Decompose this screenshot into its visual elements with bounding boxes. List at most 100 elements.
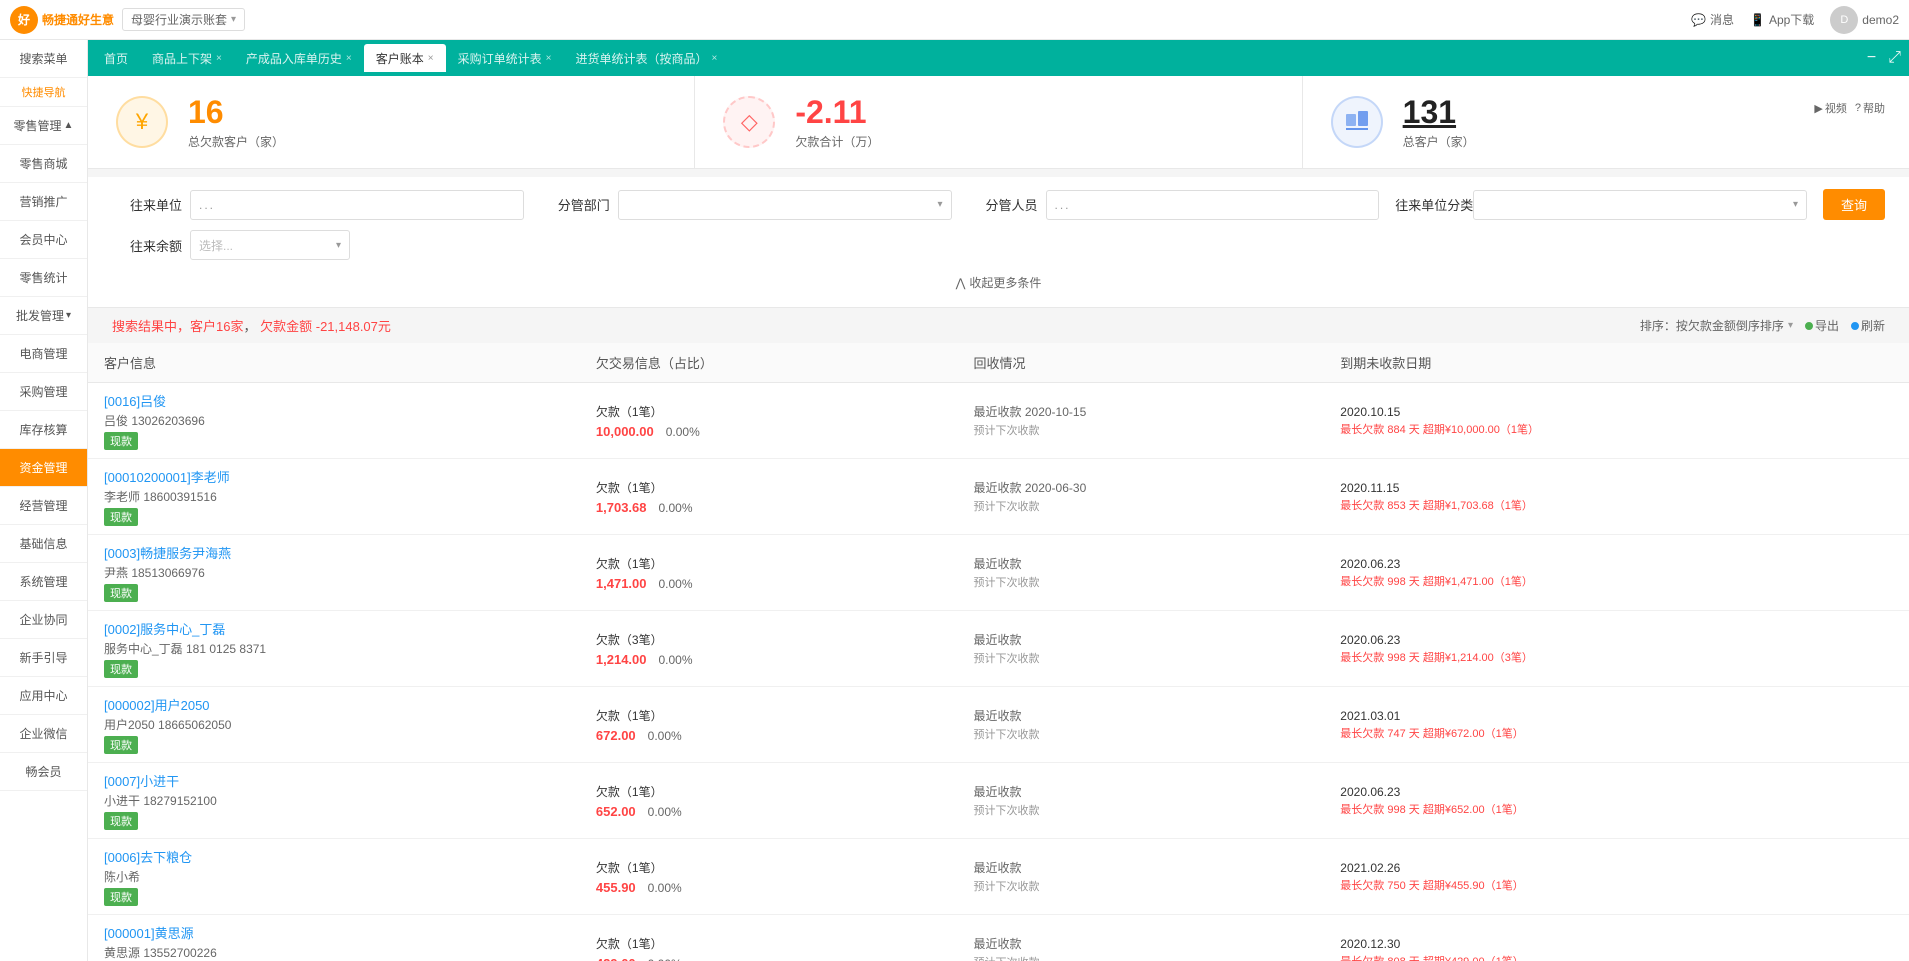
- sidebar-item-marketing[interactable]: 营销推广: [0, 183, 87, 221]
- tab-product-history[interactable]: 产成品入库单历史 ×: [234, 44, 364, 72]
- retail-stats-label: 零售统计: [19, 271, 67, 285]
- app-download-button[interactable]: 📱 App下载: [1750, 11, 1814, 28]
- overdue-days-5[interactable]: 最长欠款 998 天 超期¥652.00（1笔）: [1340, 801, 1893, 817]
- tab-product-history-close-icon[interactable]: ×: [346, 53, 352, 64]
- export-button[interactable]: 导出: [1805, 317, 1839, 334]
- sidebar-item-search-menu[interactable]: 搜索菜单: [0, 40, 87, 78]
- filter-balance-select[interactable]: 选择... ▾: [190, 230, 350, 260]
- customer-name-link-7[interactable]: [000001]黄思源: [104, 926, 194, 941]
- stat-info-debt-customers: 16 总欠款客户（家）: [188, 94, 284, 150]
- overdue-days-6[interactable]: 最长欠款 750 天 超期¥455.90（1笔）: [1340, 877, 1893, 893]
- filter-person-input[interactable]: ...: [1046, 190, 1380, 220]
- sidebar-item-retail-mall[interactable]: 零售商城: [0, 145, 87, 183]
- overdue-days-1[interactable]: 最长欠款 853 天 超期¥1,703.68（1笔）: [1340, 497, 1893, 513]
- debt-count-6: 欠款（1笔）: [596, 859, 942, 876]
- store-selector[interactable]: 母婴行业演示账套 ▾: [122, 8, 245, 31]
- cell-return-0: 最近收款 2020-10-15 预计下次收款: [958, 383, 1325, 459]
- sidebar-item-member-center[interactable]: 会员中心: [0, 221, 87, 259]
- search-button[interactable]: 查询: [1823, 189, 1885, 220]
- sidebar-item-corp-wechat[interactable]: 企业微信: [0, 715, 87, 753]
- overdue-days-2[interactable]: 最长欠款 998 天 超期¥1,471.00（1笔）: [1340, 573, 1893, 589]
- sidebar: 搜索菜单 快捷导航 零售管理 ▲ 零售商城 营销推广 会员中心 零售统计 批发管…: [0, 40, 88, 961]
- debt-row-4: 672.00 0.00%: [596, 724, 942, 743]
- purchase-mgmt-label: 采购管理: [19, 385, 67, 399]
- tab-home[interactable]: 首页: [92, 44, 140, 72]
- tab-expand-button[interactable]: ⤢: [1884, 47, 1905, 69]
- tab-product-shelf[interactable]: 商品上下架 ×: [140, 44, 234, 72]
- sidebar-item-biz-mgmt[interactable]: 经营管理: [0, 487, 87, 525]
- overdue-days-4[interactable]: 最长欠款 747 天 超期¥672.00（1笔）: [1340, 725, 1893, 741]
- filter-dept-select[interactable]: ▾: [618, 190, 952, 220]
- customer-name-link-0[interactable]: [0016]吕俊: [104, 394, 166, 409]
- customer-name-link-4[interactable]: [000002]用户2050: [104, 698, 210, 713]
- sidebar-item-batch-mgmt[interactable]: 批发管理 ▾: [0, 297, 87, 335]
- sidebar-item-ecom-mgmt[interactable]: 电商管理: [0, 335, 87, 373]
- tab-stock-stats[interactable]: 进货单统计表（按商品） ×: [563, 44, 729, 72]
- tab-purchase-stats-close-icon[interactable]: ×: [546, 53, 552, 64]
- sidebar-item-retail-stats[interactable]: 零售统计: [0, 259, 87, 297]
- customer-contact-5: 小进干 18279152100: [104, 792, 564, 809]
- debt-count-1: 欠款（1笔）: [596, 479, 942, 496]
- filter-balance-label: 往来余额: [112, 236, 182, 255]
- export-icon: [1805, 322, 1813, 330]
- cell-return-4: 最近收款 预计下次收款: [958, 687, 1325, 763]
- user-avatar[interactable]: D demo2: [1830, 6, 1899, 34]
- sidebar-item-quick-nav[interactable]: 快捷导航: [0, 78, 87, 107]
- help-button[interactable]: ? 帮助: [1855, 100, 1885, 116]
- debt-count-4: 欠款（1笔）: [596, 707, 942, 724]
- sidebar-item-sys-mgmt[interactable]: 系统管理: [0, 563, 87, 601]
- tab-product-shelf-close-icon[interactable]: ×: [216, 53, 222, 64]
- collapse-button[interactable]: ⋀ 收起更多条件: [112, 270, 1885, 295]
- filter-dept: 分管部门 ▾: [540, 190, 952, 220]
- return-date-6: 最近收款: [974, 859, 1309, 876]
- filter-balance-placeholder: 选择...: [199, 237, 233, 254]
- refresh-label: 刷新: [1861, 317, 1885, 334]
- debt-customers-icon: ¥: [116, 96, 168, 148]
- sidebar-item-retail-mgmt[interactable]: 零售管理 ▲: [0, 107, 87, 145]
- cell-return-5: 最近收款 预计下次收款: [958, 763, 1325, 839]
- return-label-0: 预计下次收款: [974, 422, 1309, 438]
- customer-name-link-3[interactable]: [0002]服务中心_丁磊: [104, 622, 225, 637]
- tab-stock-stats-close-icon[interactable]: ×: [711, 53, 717, 64]
- filter-unit-category-select[interactable]: ▾: [1473, 190, 1807, 220]
- overdue-days-3[interactable]: 最长欠款 998 天 超期¥1,214.00（3笔）: [1340, 649, 1893, 665]
- refresh-button[interactable]: 刷新: [1851, 317, 1885, 334]
- overdue-days-7[interactable]: 最长欠款 808 天 超期¥429.00（1笔）: [1340, 953, 1893, 961]
- table-row: [000002]用户2050 用户2050 18665062050 现款 欠款（…: [88, 687, 1909, 763]
- sidebar-item-basic-info[interactable]: 基础信息: [0, 525, 87, 563]
- tab-bar: 首页 商品上下架 × 产成品入库单历史 × 客户账本 × 采购订单统计表 × 进…: [88, 40, 1909, 76]
- filter-person-label: 分管人员: [968, 195, 1038, 214]
- retail-mall-label: 零售商城: [19, 157, 67, 171]
- debt-percent-7: 0.00%: [648, 957, 682, 961]
- filter-unit-category: 往来单位分类 ▾: [1395, 190, 1807, 220]
- cell-customer-3: [0002]服务中心_丁磊 服务中心_丁磊 181 0125 8371 现款: [88, 611, 580, 687]
- sidebar-item-finance-mgmt[interactable]: 资金管理: [0, 449, 87, 487]
- sidebar-item-inventory[interactable]: 库存核算: [0, 411, 87, 449]
- debt-percent-3: 0.00%: [659, 653, 693, 667]
- tab-customer-account-close-icon[interactable]: ×: [428, 53, 434, 64]
- sidebar-item-new-guide[interactable]: 新手引导: [0, 639, 87, 677]
- content-area: ¥ 16 总欠款客户（家） ◇ -2.11 欠款合计（万）: [88, 76, 1909, 961]
- customer-name-link-2[interactable]: [0003]畅捷服务尹海燕: [104, 546, 231, 561]
- overdue-days-0[interactable]: 最长欠款 884 天 超期¥10,000.00（1笔）: [1340, 421, 1893, 437]
- customer-name-link-5[interactable]: [0007]小进干: [104, 774, 179, 789]
- sort-select[interactable]: 排序：按欠款金额倒序排序 ▾: [1640, 317, 1793, 334]
- sidebar-item-app-center[interactable]: 应用中心: [0, 677, 87, 715]
- th-debt-info: 欠交易信息（占比）: [580, 343, 958, 383]
- tab-customer-account[interactable]: 客户账本 ×: [364, 44, 446, 72]
- sidebar-item-corp-collab[interactable]: 企业协同: [0, 601, 87, 639]
- customer-name-link-6[interactable]: [0006]去下粮仓: [104, 850, 192, 865]
- customer-name-link-1[interactable]: [00010200001]李老师: [104, 470, 230, 485]
- corp-wechat-label: 企业微信: [19, 727, 67, 741]
- customer-contact-6: 陈小希: [104, 868, 564, 885]
- tab-collapse-button[interactable]: −: [1863, 47, 1880, 69]
- table-wrapper: 客户信息 欠交易信息（占比） 回收情况 到期未收款日期 [0016]吕俊 吕俊 …: [88, 343, 1909, 961]
- filter-source-unit-input[interactable]: ...: [190, 190, 524, 220]
- return-date-3: 最近收款: [974, 631, 1309, 648]
- sidebar-item-member-vip[interactable]: 畅会员: [0, 753, 87, 791]
- message-button[interactable]: 💬 消息: [1691, 11, 1734, 28]
- cell-overdue-4: 2021.03.01 最长欠款 747 天 超期¥672.00（1笔）: [1324, 687, 1909, 763]
- sidebar-item-purchase-mgmt[interactable]: 采购管理: [0, 373, 87, 411]
- video-button[interactable]: ▶ 视频: [1814, 100, 1846, 116]
- tab-purchase-stats[interactable]: 采购订单统计表 ×: [446, 44, 564, 72]
